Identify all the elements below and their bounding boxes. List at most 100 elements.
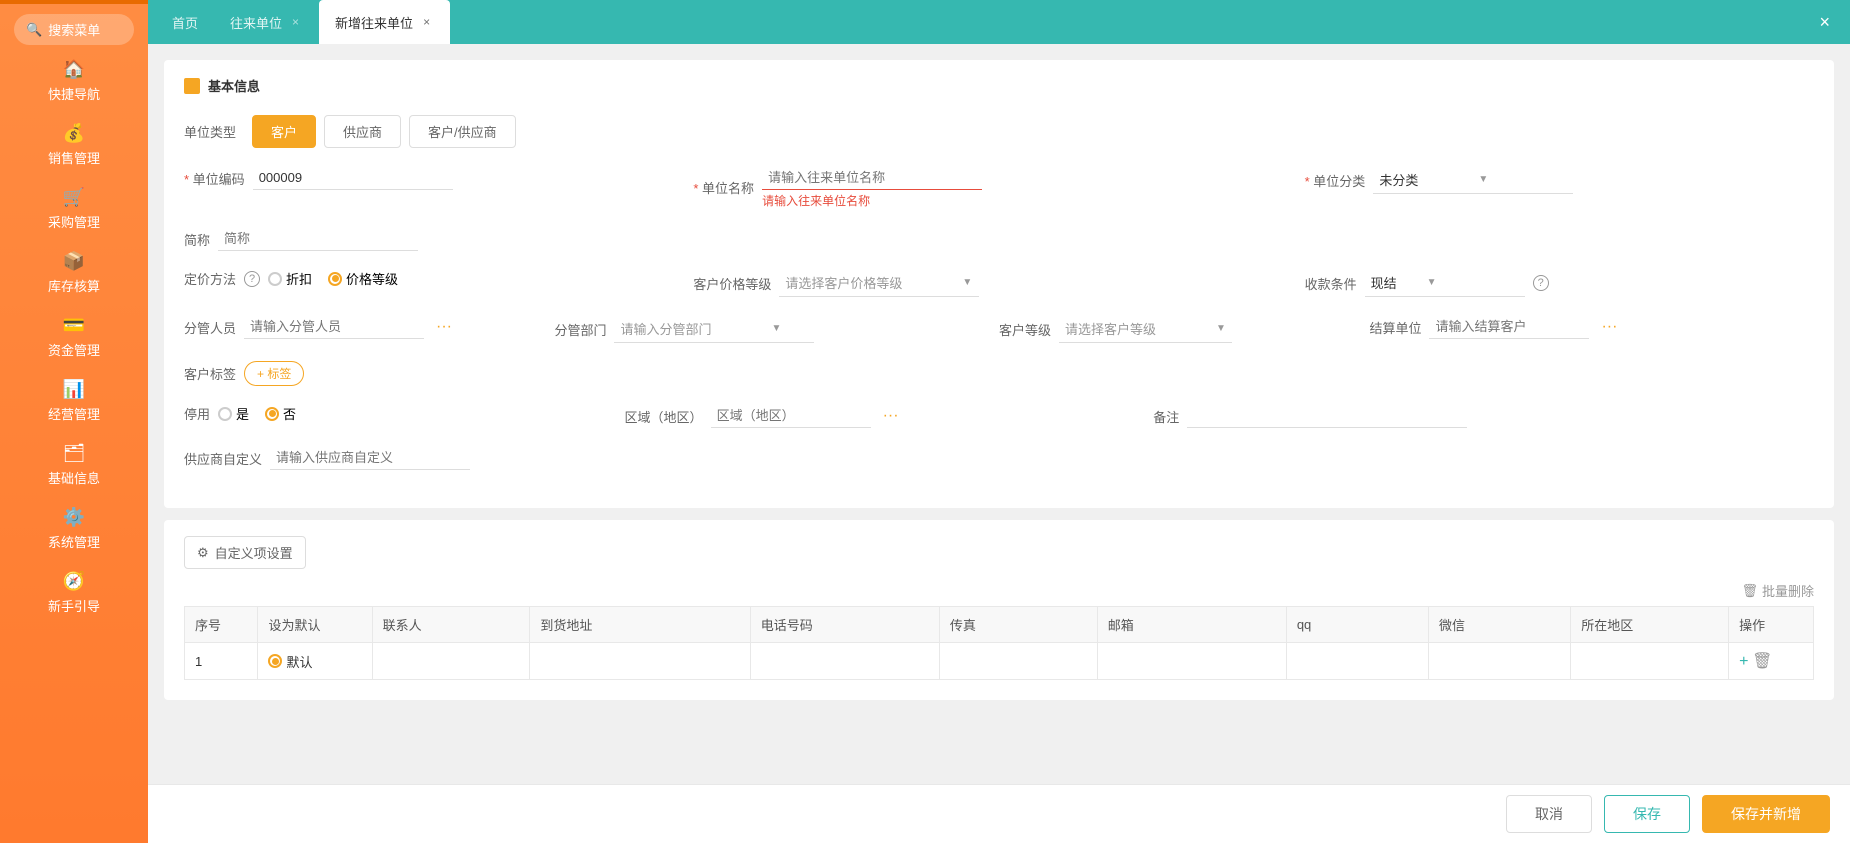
sidebar-item-system[interactable]: ⚙️ 系统管理 (0, 497, 148, 561)
customer-price-level-field: 客户价格等级 请选择客户价格等级 ▼ (693, 269, 1304, 297)
tags-row: 客户标签 + 标签 (184, 361, 1814, 386)
row-address-input[interactable] (540, 654, 660, 669)
unit-category-value: 未分类 (1379, 170, 1418, 189)
custom-settings-button[interactable]: ⚙ 自定义项设置 (184, 536, 306, 569)
unit-type-both-button[interactable]: 客户/供应商 (409, 115, 516, 148)
row-contact-input[interactable] (383, 654, 463, 669)
save-button[interactable]: 保存 (1604, 795, 1690, 833)
pricing-discount-option[interactable]: 折扣 (268, 269, 312, 288)
row-address[interactable] (530, 643, 750, 680)
customer-price-level-select[interactable]: 请选择客户价格等级 ▼ (779, 269, 979, 297)
region-input[interactable] (711, 404, 871, 428)
row-email[interactable] (1097, 643, 1286, 680)
col-action: 操作 (1729, 607, 1814, 643)
row-delete-button[interactable]: 🗑 (1752, 651, 1772, 671)
row-phone[interactable] (750, 643, 939, 680)
operations-icon: 📊 (63, 379, 85, 400)
row-qq[interactable] (1286, 643, 1428, 680)
row-region[interactable] (1571, 643, 1729, 680)
payment-terms-label: 收款条件 (1305, 274, 1357, 293)
supervisor-input[interactable] (244, 315, 424, 339)
sidebar-item-label: 采购管理 (48, 212, 100, 231)
sidebar-item-sales[interactable]: 💰 销售管理 (0, 113, 148, 177)
supplier-custom-field: 供应商自定义 (184, 446, 1814, 470)
pricing-price-level-radio (328, 272, 342, 286)
supplier-custom-input[interactable] (270, 446, 470, 470)
disable-yes-label: 是 (236, 404, 249, 423)
tab-contacts[interactable]: 往来单位 × (214, 0, 319, 44)
row-qq-input[interactable] (1297, 654, 1367, 669)
customer-price-level-arrow: ▼ (962, 277, 972, 288)
unit-name-input-wrap: 请输入往来单位名称 (762, 166, 982, 209)
col-fax: 传真 (939, 607, 1097, 643)
cancel-button[interactable]: 取消 (1506, 795, 1592, 833)
sidebar-item-operations[interactable]: 📊 经营管理 (0, 369, 148, 433)
unit-name-input[interactable] (762, 166, 982, 190)
region-dots-button[interactable]: ··· (879, 407, 903, 425)
row-no: 1 (185, 643, 258, 680)
search-menu-button[interactable]: 🔍 搜索菜单 (14, 14, 134, 45)
payment-terms-arrow: ▼ (1427, 277, 1437, 288)
note-input[interactable] (1187, 404, 1467, 428)
save-new-button[interactable]: 保存并新增 (1702, 795, 1830, 833)
payment-terms-help-icon[interactable]: ? (1533, 275, 1549, 291)
short-name-input[interactable] (218, 227, 418, 251)
pricing-help-icon[interactable]: ? (244, 271, 260, 287)
row-email-input[interactable] (1108, 654, 1208, 669)
tab-home[interactable]: 首页 (156, 0, 214, 44)
row-add-button[interactable]: + (1739, 653, 1748, 671)
row-contact[interactable] (372, 643, 530, 680)
unit-code-label: 单位编码 (184, 169, 245, 188)
settlement-unit-input[interactable] (1429, 315, 1589, 339)
row-phone-input[interactable] (761, 654, 861, 669)
row-fax-input[interactable] (950, 654, 1030, 669)
unit-type-customer-button[interactable]: 客户 (252, 115, 316, 148)
payment-terms-select[interactable]: 现结 ▼ (1365, 269, 1525, 297)
disable-radio-group: 是 否 (218, 404, 296, 423)
custom-settings-label: 自定义项设置 (215, 543, 293, 562)
row-wechat[interactable] (1429, 643, 1571, 680)
sidebar-item-label: 库存核算 (48, 276, 100, 295)
section-title-text: 基本信息 (208, 76, 260, 95)
col-email: 邮箱 (1097, 607, 1286, 643)
settlement-unit-dots-button[interactable]: ··· (1597, 318, 1621, 336)
sidebar-item-inventory[interactable]: 📦 库存核算 (0, 241, 148, 305)
row-region-input[interactable] (1581, 654, 1661, 669)
row-fax[interactable] (939, 643, 1097, 680)
sidebar-item-quick-nav[interactable]: 🏠 快捷导航 (0, 49, 148, 113)
unit-category-select[interactable]: 未分类 ▼ (1373, 166, 1573, 194)
pricing-discount-label: 折扣 (286, 269, 312, 288)
row-default-radio-wrap[interactable]: 默认 (268, 652, 361, 671)
sidebar-item-finance[interactable]: 💳 资金管理 (0, 305, 148, 369)
sidebar-item-basic-info[interactable]: 🗂 基础信息 (0, 433, 148, 497)
unit-code-input[interactable] (253, 166, 453, 190)
row-wechat-input[interactable] (1439, 654, 1509, 669)
customer-level-select[interactable]: 请选择客户等级 ▼ (1059, 315, 1232, 343)
sidebar-item-purchase[interactable]: 🛒 采购管理 (0, 177, 148, 241)
add-tag-button[interactable]: + 标签 (244, 361, 304, 386)
content-area: 基本信息 单位类型 客户 供应商 客户/供应商 单位编码 (148, 44, 1850, 784)
tab-home-label: 首页 (172, 13, 198, 32)
pricing-price-level-option[interactable]: 价格等级 (328, 269, 398, 288)
tab-contacts-close[interactable]: × (288, 13, 303, 31)
main-close-button[interactable]: × (1807, 12, 1842, 33)
unit-category-label: 单位分类 (1305, 171, 1366, 190)
unit-type-supplier-button[interactable]: 供应商 (324, 115, 401, 148)
tab-new-contact-close[interactable]: × (419, 13, 434, 31)
sidebar-item-newbie[interactable]: 🧭 新手引导 (0, 561, 148, 625)
unit-name-field: 单位名称 请输入往来单位名称 (693, 166, 1304, 209)
row-default-label: 默认 (286, 652, 312, 671)
department-select[interactable]: 请输入分管部门 ▼ (614, 315, 814, 343)
tab-new-contact[interactable]: 新增往来单位 × (319, 0, 450, 44)
supervisor-dots-button[interactable]: ··· (432, 318, 456, 336)
footer: 取消 保存 保存并新增 (148, 784, 1850, 843)
disable-no-option[interactable]: 否 (265, 404, 296, 423)
region-label: 区域（地区） (625, 407, 703, 426)
row-default: 默认 (258, 643, 372, 680)
batch-delete-area[interactable]: 🗑 批量删除 (184, 581, 1814, 600)
disable-yes-option[interactable]: 是 (218, 404, 249, 423)
unit-category-arrow: ▼ (1478, 174, 1488, 185)
col-address: 到货地址 (530, 607, 750, 643)
address-table: 序号 设为默认 联系人 到货地址 电话号码 传真 邮箱 qq 微信 所在地区 操… (184, 606, 1814, 680)
table-body: 1 默认 (185, 643, 1814, 680)
